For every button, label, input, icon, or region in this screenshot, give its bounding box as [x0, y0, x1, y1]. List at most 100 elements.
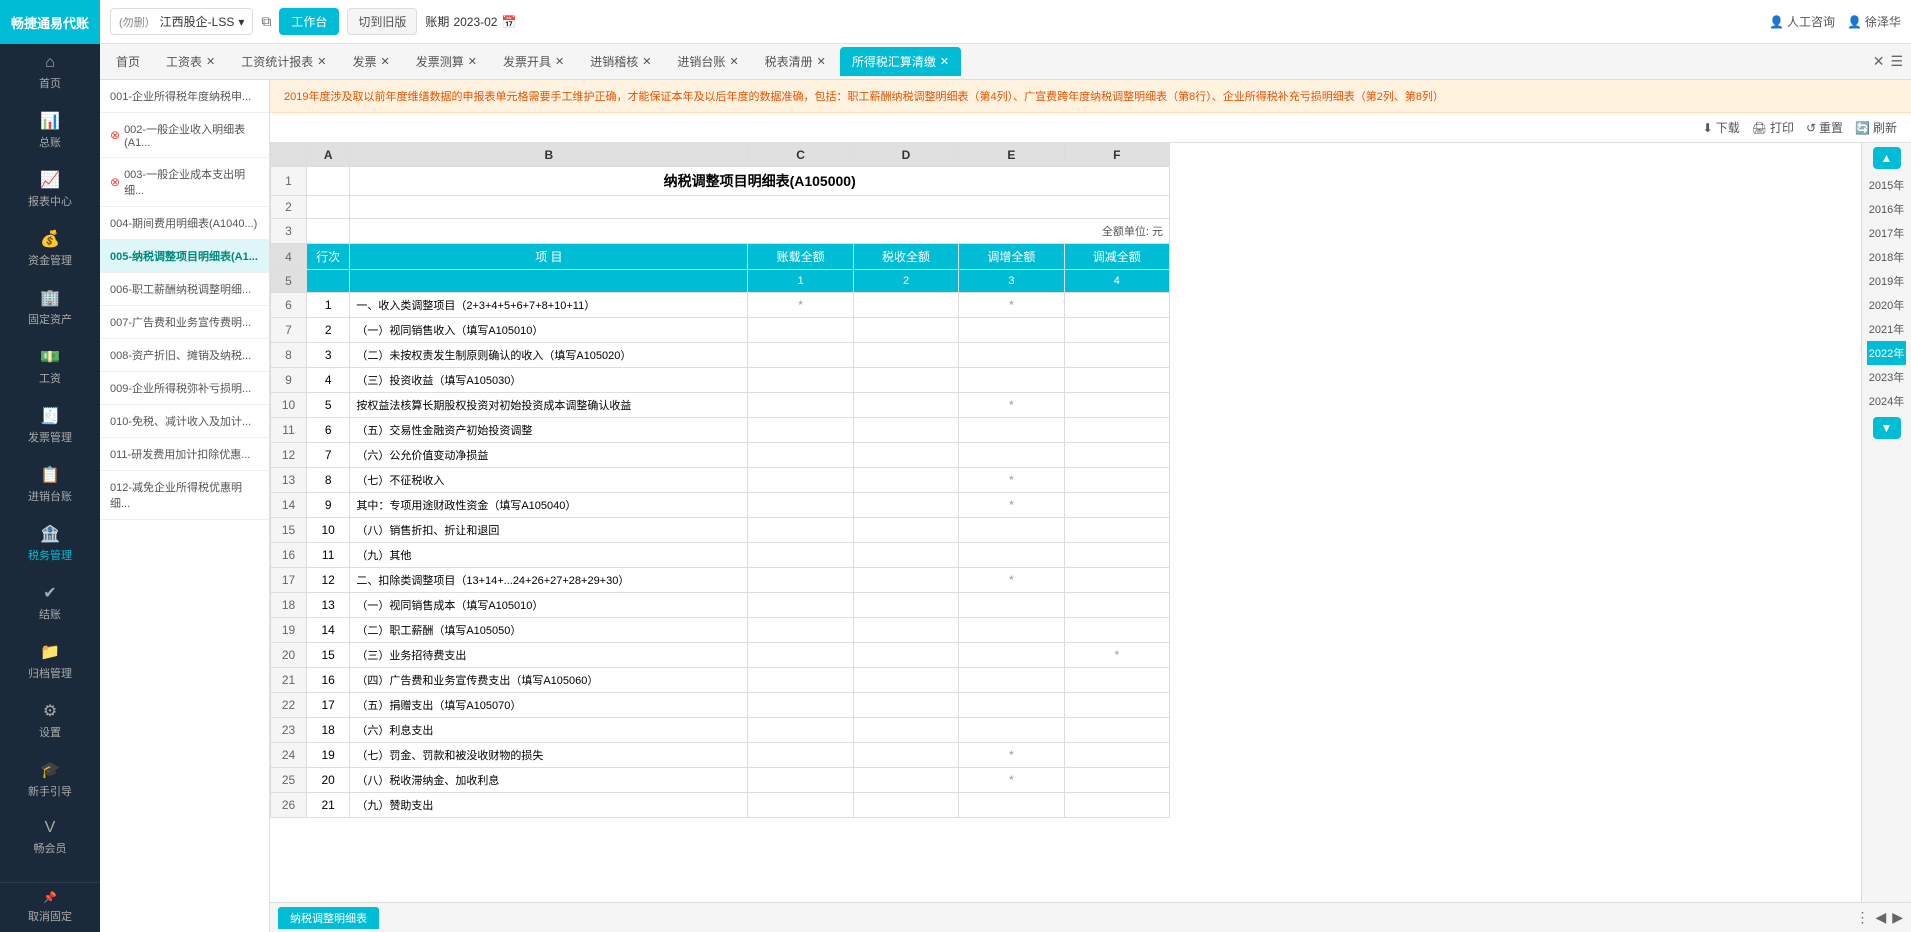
- cell-col3[interactable]: [959, 418, 1064, 443]
- sidebar-item-purchase-ledger[interactable]: 📋进销台账: [0, 455, 100, 514]
- cell-col1[interactable]: [748, 318, 853, 343]
- cell-col1[interactable]: [748, 443, 853, 468]
- cell-col4[interactable]: [1064, 368, 1169, 393]
- table-wrapper[interactable]: A B C D E F 1 纳税调整项目明细表(A1: [270, 143, 1911, 902]
- close-all-icon[interactable]: ✕: [1873, 53, 1885, 70]
- cell-col2[interactable]: [853, 343, 958, 368]
- cell-col3[interactable]: [959, 693, 1064, 718]
- cell-col3[interactable]: [959, 618, 1064, 643]
- left-nav-nav-003[interactable]: ⊗003-一般企业成本支出明细...: [100, 158, 269, 207]
- sidebar-item-asset-mgmt[interactable]: 💰资金管理: [0, 219, 100, 278]
- period-selector[interactable]: 账期 2023-02 📅: [425, 13, 516, 30]
- cell-col3[interactable]: [959, 668, 1064, 693]
- cell-col3[interactable]: [959, 543, 1064, 568]
- cell-col3[interactable]: [959, 318, 1064, 343]
- sidebar-item-general-ledger[interactable]: 📊总账: [0, 101, 100, 160]
- cell-col1[interactable]: [748, 693, 853, 718]
- scroll-left-arrow[interactable]: ◀: [1875, 909, 1886, 926]
- left-nav-nav-009[interactable]: 009-企业所得税弥补亏损明...: [100, 372, 269, 405]
- cell-col4[interactable]: *: [1064, 643, 1169, 668]
- cell-col2[interactable]: [853, 368, 958, 393]
- cell-col1[interactable]: [748, 768, 853, 793]
- cell-col2[interactable]: [853, 293, 958, 318]
- cell-col2[interactable]: [853, 793, 958, 818]
- sheet-tab[interactable]: 纳税调整明细表: [278, 907, 379, 929]
- cell-col2[interactable]: [853, 618, 958, 643]
- tab-所得税汇算清缴[interactable]: 所得税汇算清缴✕: [840, 47, 961, 76]
- print-button[interactable]: 🖨 打印: [1752, 119, 1794, 136]
- scroll-right-arrow[interactable]: ▶: [1892, 909, 1903, 926]
- company-selector[interactable]: (勿删） 江西股企-LSS ▾: [110, 8, 253, 35]
- cell-col3[interactable]: *: [959, 743, 1064, 768]
- cell-col2[interactable]: [853, 518, 958, 543]
- cell-col1[interactable]: [748, 393, 853, 418]
- sidebar-item-invoice-mgmt[interactable]: 🧾发票管理: [0, 396, 100, 455]
- unpin-button[interactable]: 📌 取消固定: [0, 882, 100, 932]
- left-nav-nav-005[interactable]: 005-纳税调整项目明细表(A1...: [100, 240, 269, 273]
- sidebar-item-report-center[interactable]: 📈报表中心: [0, 160, 100, 219]
- tab-税表清册[interactable]: 税表清册✕: [753, 47, 838, 76]
- left-nav-nav-004[interactable]: 004-期间费用明细表(A1040...): [100, 207, 269, 240]
- cell-col4[interactable]: [1064, 618, 1169, 643]
- tab-close-icon[interactable]: ✕: [642, 55, 651, 68]
- left-nav-nav-002[interactable]: ⊗002-一般企业收入明细表(A1...: [100, 113, 269, 158]
- sidebar-item-closing[interactable]: ✔结账: [0, 573, 100, 632]
- cell-col1[interactable]: [748, 643, 853, 668]
- cell-col1[interactable]: [748, 593, 853, 618]
- left-nav-nav-011[interactable]: 011-研发费用加计扣除优惠...: [100, 438, 269, 471]
- cell-col3[interactable]: [959, 643, 1064, 668]
- cell-col4[interactable]: [1064, 718, 1169, 743]
- tab-menu-icon[interactable]: ☰: [1890, 53, 1903, 70]
- tab-close-icon[interactable]: ✕: [206, 55, 215, 68]
- tab-close-icon[interactable]: ✕: [940, 55, 949, 68]
- sidebar-item-salary[interactable]: 💵工资: [0, 337, 100, 396]
- year-nav-down[interactable]: ▼: [1873, 417, 1901, 439]
- cell-col2[interactable]: [853, 393, 958, 418]
- cell-col4[interactable]: [1064, 418, 1169, 443]
- tab-close-icon[interactable]: ✕: [317, 55, 326, 68]
- cell-col3[interactable]: [959, 368, 1064, 393]
- cell-col2[interactable]: [853, 543, 958, 568]
- cell-col3[interactable]: *: [959, 393, 1064, 418]
- user-avatar[interactable]: 👤 徐泽华: [1847, 13, 1901, 30]
- left-nav-nav-010[interactable]: 010-免税、减计收入及加计...: [100, 405, 269, 438]
- tab-close-icon[interactable]: ✕: [381, 55, 390, 68]
- cell-col3[interactable]: *: [959, 768, 1064, 793]
- cell-col2[interactable]: [853, 418, 958, 443]
- cell-col2[interactable]: [853, 718, 958, 743]
- cell-col2[interactable]: [853, 443, 958, 468]
- left-nav-nav-001[interactable]: 001-企业所得税年度纳税申...: [100, 80, 269, 113]
- cell-col4[interactable]: [1064, 543, 1169, 568]
- year-btn-2015年[interactable]: 2015年: [1867, 173, 1906, 197]
- cell-col1[interactable]: [748, 668, 853, 693]
- cell-col3[interactable]: [959, 718, 1064, 743]
- tab-close-icon[interactable]: ✕: [555, 55, 564, 68]
- year-btn-2023年[interactable]: 2023年: [1867, 365, 1906, 389]
- cell-col4[interactable]: [1064, 293, 1169, 318]
- tab-close-icon[interactable]: ✕: [729, 55, 738, 68]
- sidebar-item-archive-mgmt[interactable]: 📁归档管理: [0, 632, 100, 691]
- cell-col1[interactable]: [748, 718, 853, 743]
- year-btn-2018年[interactable]: 2018年: [1867, 245, 1906, 269]
- cell-col2[interactable]: [853, 493, 958, 518]
- cell-col4[interactable]: [1064, 443, 1169, 468]
- cell-col2[interactable]: [853, 743, 958, 768]
- cell-col2[interactable]: [853, 768, 958, 793]
- cell-col4[interactable]: [1064, 593, 1169, 618]
- workbench-button[interactable]: 工作台: [279, 8, 339, 35]
- cell-col1[interactable]: *: [748, 293, 853, 318]
- cell-col1[interactable]: [748, 543, 853, 568]
- year-btn-2021年[interactable]: 2021年: [1867, 317, 1906, 341]
- cell-col3[interactable]: *: [959, 568, 1064, 593]
- cell-col1[interactable]: [748, 368, 853, 393]
- cell-col4[interactable]: [1064, 793, 1169, 818]
- cell-col2[interactable]: [853, 643, 958, 668]
- year-btn-2016年[interactable]: 2016年: [1867, 197, 1906, 221]
- tab-发票[interactable]: 发票✕: [340, 47, 401, 76]
- left-nav-nav-012[interactable]: 012-减免企业所得税优惠明细...: [100, 471, 269, 520]
- cell-col1[interactable]: [748, 343, 853, 368]
- copy-icon[interactable]: ⧉: [261, 13, 271, 30]
- year-btn-2020年[interactable]: 2020年: [1867, 293, 1906, 317]
- cell-col3[interactable]: [959, 518, 1064, 543]
- refresh-button[interactable]: 🔄 刷新: [1855, 119, 1897, 136]
